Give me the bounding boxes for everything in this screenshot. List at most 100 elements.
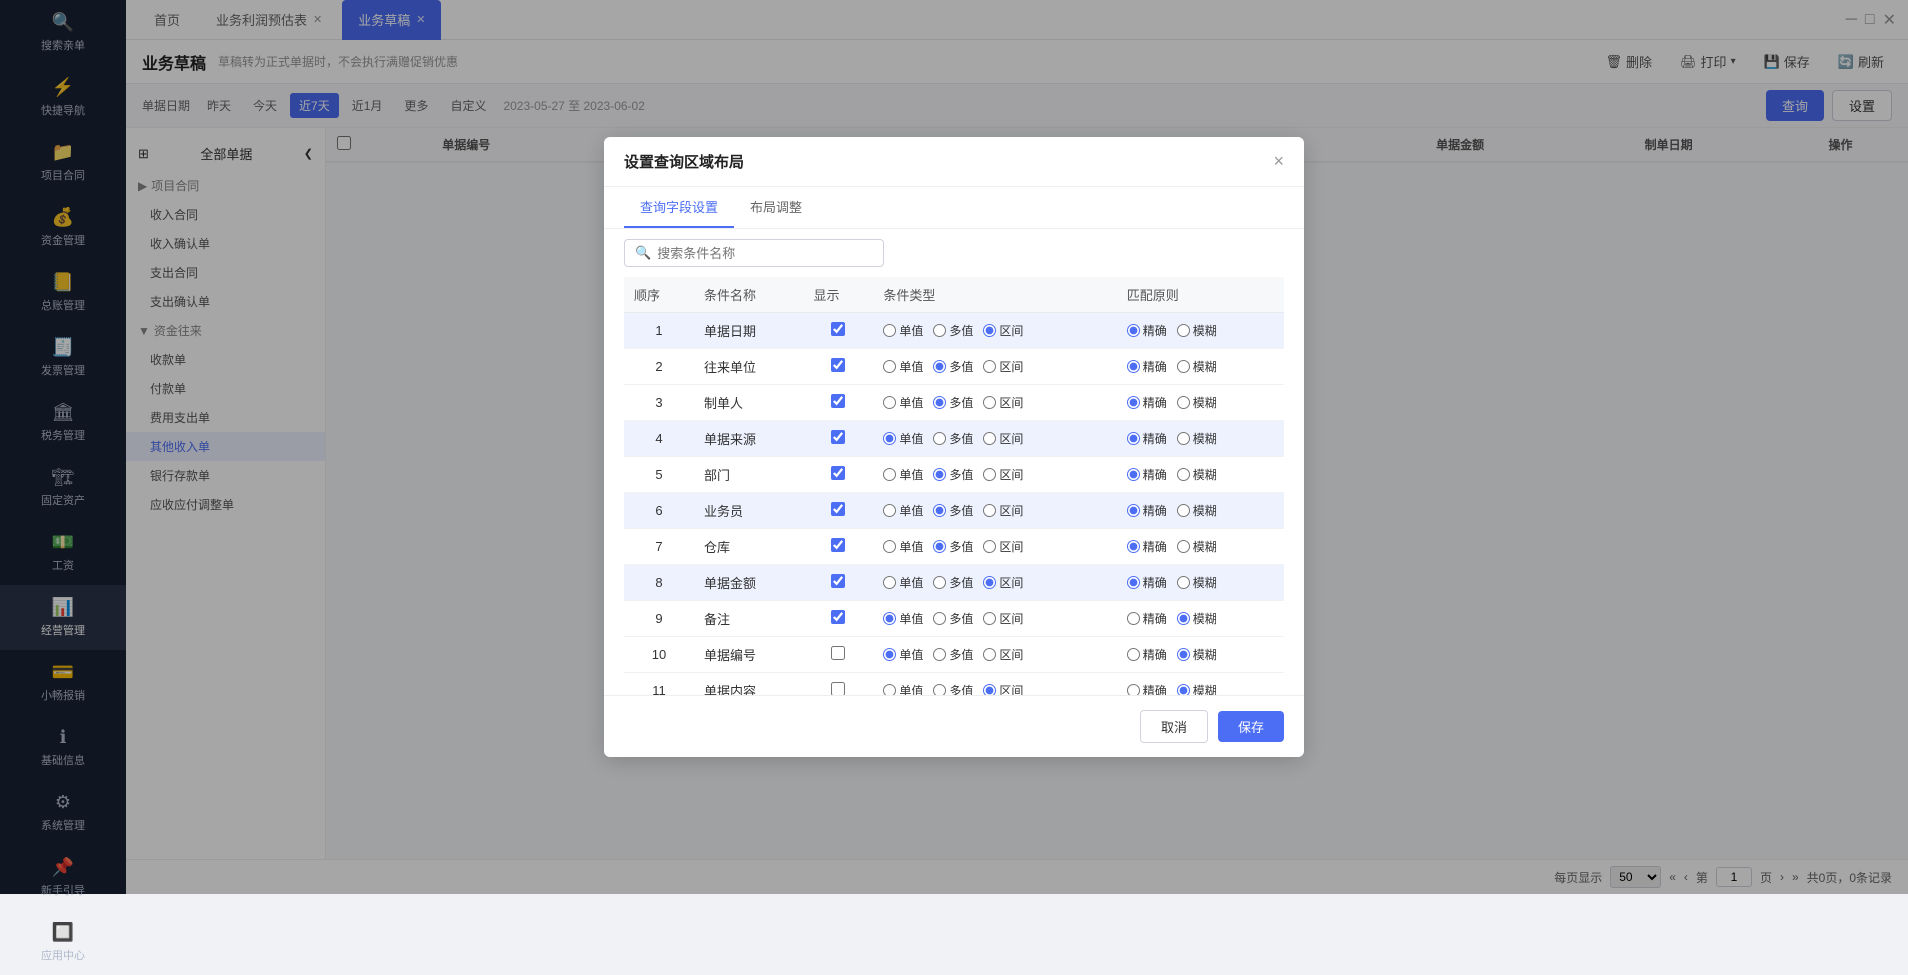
match-rule-exact-3[interactable]: 精确: [1127, 430, 1167, 447]
cond-type-single-10[interactable]: 单值: [883, 682, 923, 695]
cond-type-single-3[interactable]: 单值: [883, 430, 923, 447]
sidebar-item-appcenter[interactable]: 🔲应用中心: [0, 910, 126, 975]
condition-search-input[interactable]: [657, 246, 873, 261]
modal-close-btn[interactable]: ×: [1273, 151, 1284, 172]
match-rule-fuzzy-0[interactable]: 模糊: [1177, 322, 1217, 339]
cond-type-multiple-10[interactable]: 多值: [933, 682, 973, 695]
display-checkbox-0[interactable]: [831, 322, 845, 336]
match-rule-exact-1[interactable]: 精确: [1127, 358, 1167, 375]
row-order-8: 9: [624, 601, 694, 637]
display-checkbox-6[interactable]: [831, 538, 845, 552]
display-checkbox-7[interactable]: [831, 574, 845, 588]
display-checkbox-8[interactable]: [831, 610, 845, 624]
cond-type-range-4[interactable]: 区间: [983, 466, 1023, 483]
match-rule-exact-0[interactable]: 精确: [1127, 322, 1167, 339]
match-rule-fuzzy-6[interactable]: 模糊: [1177, 538, 1217, 555]
cond-type-single-2[interactable]: 单值: [883, 394, 923, 411]
cond-type-multiple-5[interactable]: 多值: [933, 502, 973, 519]
modal-table-row: 4单据来源单值多值区间精确模糊: [624, 421, 1284, 457]
match-rule-fuzzy-1[interactable]: 模糊: [1177, 358, 1217, 375]
display-checkbox-9[interactable]: [831, 646, 845, 660]
match-rule-fuzzy-2[interactable]: 模糊: [1177, 394, 1217, 411]
row-condition-5: 单值多值区间: [873, 493, 1116, 529]
cond-type-range-9[interactable]: 区间: [983, 646, 1023, 663]
match-rule-exact-8[interactable]: 精确: [1127, 610, 1167, 627]
row-match-8: 精确模糊: [1117, 601, 1284, 637]
match-rule-exact-10[interactable]: 精确: [1127, 682, 1167, 695]
cond-type-multiple-1[interactable]: 多值: [933, 358, 973, 375]
cond-type-range-1[interactable]: 区间: [983, 358, 1023, 375]
row-display-1[interactable]: [803, 349, 873, 385]
cond-type-multiple-9[interactable]: 多值: [933, 646, 973, 663]
row-match-10: 精确模糊: [1117, 673, 1284, 696]
modal-col-condition_type: 条件类型: [873, 277, 1116, 313]
row-display-10[interactable]: [803, 673, 873, 696]
cond-type-multiple-6[interactable]: 多值: [933, 538, 973, 555]
modal-col-display: 显示: [803, 277, 873, 313]
match-rule-exact-9[interactable]: 精确: [1127, 646, 1167, 663]
cond-type-range-7[interactable]: 区间: [983, 574, 1023, 591]
row-order-10: 11: [624, 673, 694, 696]
cond-type-single-6[interactable]: 单值: [883, 538, 923, 555]
row-display-6[interactable]: [803, 529, 873, 565]
row-display-9[interactable]: [803, 637, 873, 673]
cond-type-multiple-4[interactable]: 多值: [933, 466, 973, 483]
match-rule-exact-4[interactable]: 精确: [1127, 466, 1167, 483]
cond-type-single-9[interactable]: 单值: [883, 646, 923, 663]
cond-type-range-2[interactable]: 区间: [983, 394, 1023, 411]
cancel-button[interactable]: 取消: [1140, 710, 1208, 743]
match-rule-fuzzy-4[interactable]: 模糊: [1177, 466, 1217, 483]
match-rule-fuzzy-9[interactable]: 模糊: [1177, 646, 1217, 663]
cond-type-range-6[interactable]: 区间: [983, 538, 1023, 555]
row-condition-0: 单值多值区间: [873, 313, 1116, 349]
modal-overlay: 设置查询区域布局 × 查询字段设置布局调整 🔍 顺序条件名称显示条件类型匹配原则…: [0, 0, 1908, 894]
match-rule-exact-6[interactable]: 精确: [1127, 538, 1167, 555]
cond-type-multiple-8[interactable]: 多值: [933, 610, 973, 627]
cond-type-range-5[interactable]: 区间: [983, 502, 1023, 519]
match-rule-exact-5[interactable]: 精确: [1127, 502, 1167, 519]
display-checkbox-4[interactable]: [831, 466, 845, 480]
cond-type-single-1[interactable]: 单值: [883, 358, 923, 375]
display-checkbox-1[interactable]: [831, 358, 845, 372]
row-order-5: 6: [624, 493, 694, 529]
row-display-4[interactable]: [803, 457, 873, 493]
display-checkbox-10[interactable]: [831, 682, 845, 695]
cond-type-range-0[interactable]: 区间: [983, 322, 1023, 339]
cond-type-single-7[interactable]: 单值: [883, 574, 923, 591]
modal-header: 设置查询区域布局 ×: [604, 137, 1304, 187]
modal-save-button[interactable]: 保存: [1218, 711, 1284, 742]
display-checkbox-3[interactable]: [831, 430, 845, 444]
modal-tab-field-settings[interactable]: 查询字段设置: [624, 187, 734, 228]
display-checkbox-2[interactable]: [831, 394, 845, 408]
match-rule-fuzzy-3[interactable]: 模糊: [1177, 430, 1217, 447]
cond-type-single-4[interactable]: 单值: [883, 466, 923, 483]
cond-type-range-10[interactable]: 区间: [983, 682, 1023, 695]
match-rule-fuzzy-8[interactable]: 模糊: [1177, 610, 1217, 627]
match-rule-fuzzy-5[interactable]: 模糊: [1177, 502, 1217, 519]
cond-type-single-8[interactable]: 单值: [883, 610, 923, 627]
cond-type-multiple-3[interactable]: 多值: [933, 430, 973, 447]
row-display-8[interactable]: [803, 601, 873, 637]
cond-type-multiple-0[interactable]: 多值: [933, 322, 973, 339]
cond-type-single-0[interactable]: 单值: [883, 322, 923, 339]
match-rule-exact-7[interactable]: 精确: [1127, 574, 1167, 591]
match-rule-fuzzy-10[interactable]: 模糊: [1177, 682, 1217, 695]
cond-type-single-5[interactable]: 单值: [883, 502, 923, 519]
cond-type-multiple-2[interactable]: 多值: [933, 394, 973, 411]
row-display-7[interactable]: [803, 565, 873, 601]
cond-type-range-3[interactable]: 区间: [983, 430, 1023, 447]
row-name-6: 仓库: [694, 529, 803, 565]
row-name-2: 制单人: [694, 385, 803, 421]
match-rule-exact-2[interactable]: 精确: [1127, 394, 1167, 411]
modal-table-row: 10单据编号单值多值区间精确模糊: [624, 637, 1284, 673]
cond-type-range-8[interactable]: 区间: [983, 610, 1023, 627]
cond-type-multiple-7[interactable]: 多值: [933, 574, 973, 591]
row-display-0[interactable]: [803, 313, 873, 349]
display-checkbox-5[interactable]: [831, 502, 845, 516]
row-name-4: 部门: [694, 457, 803, 493]
modal-tab-layout-adjust[interactable]: 布局调整: [734, 187, 818, 228]
row-display-2[interactable]: [803, 385, 873, 421]
row-display-5[interactable]: [803, 493, 873, 529]
row-display-3[interactable]: [803, 421, 873, 457]
match-rule-fuzzy-7[interactable]: 模糊: [1177, 574, 1217, 591]
